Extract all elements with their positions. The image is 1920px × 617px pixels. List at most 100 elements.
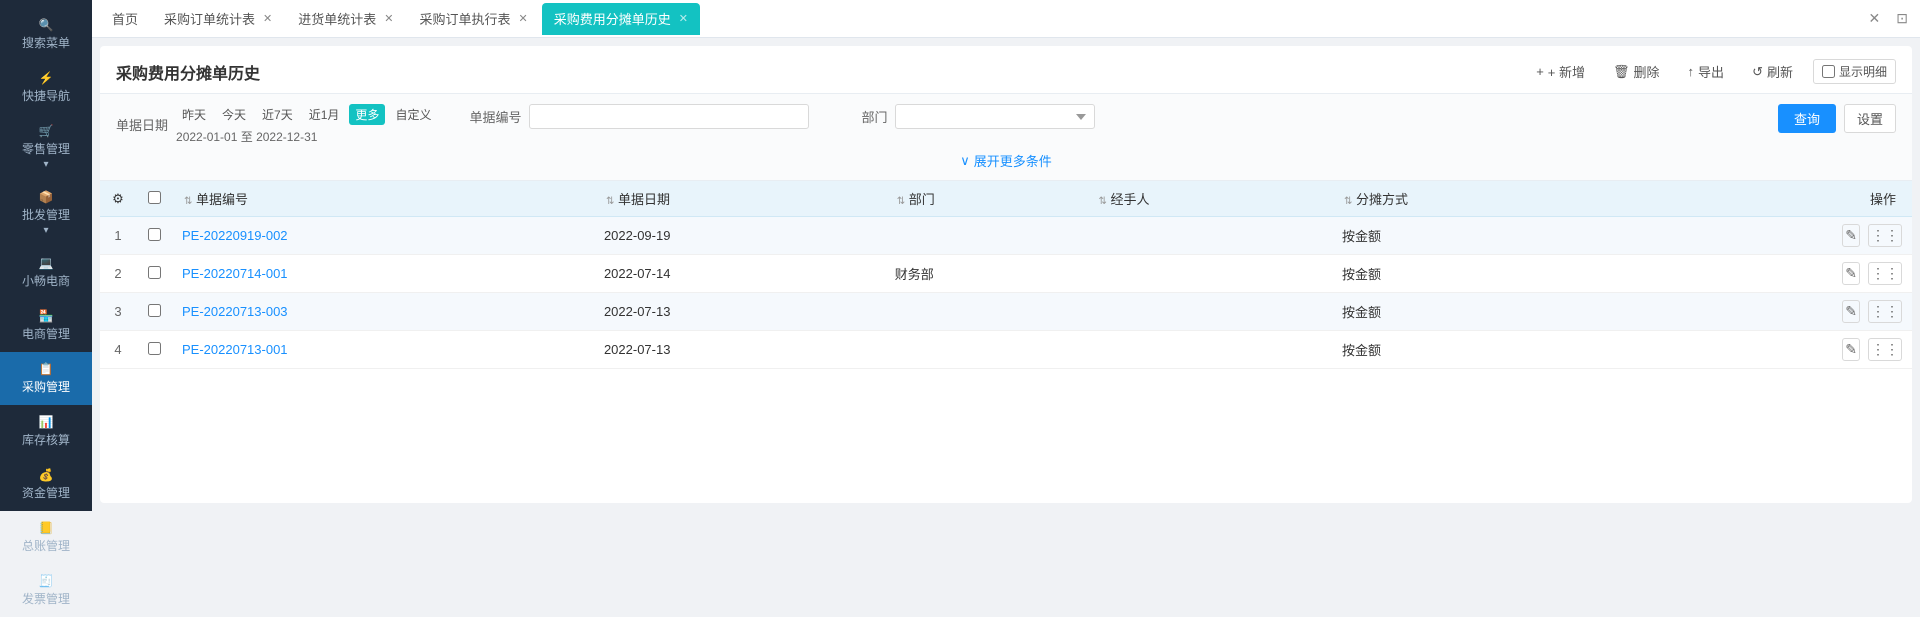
row-delete-icon-3[interactable]: ⋮⋮	[1868, 300, 1902, 323]
row-checkbox-2	[136, 255, 172, 293]
row-method-3: 按金额	[1332, 293, 1832, 331]
row-check-3[interactable]	[148, 304, 161, 317]
sidebar-item-quicknav[interactable]: ⚡ 快捷导航	[0, 61, 92, 114]
row-delete-icon-4[interactable]: ⋮⋮	[1868, 338, 1902, 361]
trash-icon: 🗑	[1613, 64, 1630, 80]
inventory-icon: 📊	[39, 415, 54, 429]
table-row: 3 PE-20220713-003 2022-07-13 按金额 ✎ ⋮⋮	[100, 293, 1912, 331]
row-date-2: 2022-07-14	[594, 255, 885, 293]
row-docnum-3: PE-20220713-003	[172, 293, 594, 331]
tab-purchase-execution[interactable]: 采购订单执行表 ✕	[407, 3, 539, 35]
row-edit-icon-2[interactable]: ✎	[1842, 262, 1860, 285]
retail-icon: 🛒	[39, 124, 54, 138]
settings-icon[interactable]: ⚙	[112, 191, 124, 206]
th-date: ⇅ 单据日期	[594, 181, 885, 217]
doc-num-link-2[interactable]: PE-20220714-001	[182, 266, 288, 281]
sidebar-item-finance[interactable]: 💰 资金管理	[0, 458, 92, 511]
row-dept-4	[885, 331, 1087, 369]
expand-conditions-button[interactable]: ∨ 展开更多条件	[116, 151, 1896, 170]
row-actions-2: ✎ ⋮⋮	[1832, 255, 1912, 293]
tab-close-purchase-cost-history[interactable]: ✕	[679, 12, 688, 25]
doc-num-link-3[interactable]: PE-20220713-003	[182, 304, 288, 319]
row-docnum-1: PE-20220919-002	[172, 217, 594, 255]
show-cols-checkbox[interactable]	[1822, 65, 1835, 78]
restore-window-button[interactable]: ⊡	[1892, 8, 1912, 29]
date-filter-group: 单据日期 昨天 今天 近7天 近1月 更多 自定义 2022-01-01 至 2…	[116, 104, 437, 145]
table-row: 1 PE-20220919-002 2022-09-19 按金额 ✎ ⋮⋮	[100, 217, 1912, 255]
sidebar-item-retail[interactable]: 🛒 零售管理 ▾	[0, 114, 92, 180]
row-check-1[interactable]	[148, 228, 161, 241]
tab-close-purchase-execution[interactable]: ✕	[519, 12, 528, 25]
row-handler-4	[1086, 331, 1332, 369]
sort-dept-icon: ⇅	[897, 196, 905, 207]
tab-close-goods-stats[interactable]: ✕	[384, 12, 393, 25]
dept-select[interactable]: 财务部	[895, 104, 1095, 129]
doc-num-link-1[interactable]: PE-20220919-002	[182, 228, 288, 243]
sidebar-item-ecommerce[interactable]: 🏪 电商管理	[0, 299, 92, 352]
row-dept-3	[885, 293, 1087, 331]
ecommerce-small-icon: 💻	[39, 256, 54, 270]
docnum-filter-group: 单据编号	[469, 104, 809, 129]
sort-doc-num-icon: ⇅	[184, 196, 192, 207]
sidebar-item-search[interactable]: 🔍 搜索菜单	[0, 8, 92, 61]
sort-handler-icon: ⇅	[1098, 196, 1106, 207]
tab-goods-stats[interactable]: 进货单统计表 ✕	[286, 3, 405, 35]
row-checkbox-1	[136, 217, 172, 255]
sidebar-item-invoice[interactable]: 🧾 发票管理	[0, 564, 92, 617]
filter-area: 单据日期 昨天 今天 近7天 近1月 更多 自定义 2022-01-01 至 2…	[100, 94, 1912, 181]
delete-button[interactable]: 🗑 删除	[1605, 58, 1668, 85]
sidebar: 🔍 搜索菜单 ⚡ 快捷导航 🛒 零售管理 ▾ 📦 批发管理 ▾ 💻 小畅电商 🏪…	[0, 0, 92, 511]
page-area: 采购费用分摊单历史 + + 新增 🗑 删除 ↑ 导出 ↺ 刷新	[100, 46, 1912, 503]
sidebar-item-inventory[interactable]: 📊 库存核算	[0, 405, 92, 458]
row-date-1: 2022-09-19	[594, 217, 885, 255]
show-cols-button[interactable]: 显示明细	[1813, 59, 1896, 84]
tab-home[interactable]: 首页	[100, 3, 150, 35]
shortcut-7days[interactable]: 近7天	[256, 104, 299, 125]
tab-close-purchase-order-stats[interactable]: ✕	[263, 12, 272, 25]
tab-purchase-order-stats[interactable]: 采购订单统计表 ✕	[152, 3, 284, 35]
row-num-1: 1	[100, 217, 136, 255]
row-check-2[interactable]	[148, 266, 161, 279]
invoice-icon: 🧾	[39, 574, 54, 588]
main-content: 首页 采购订单统计表 ✕ 进货单统计表 ✕ 采购订单执行表 ✕ 采购费用分摊单历…	[92, 0, 1920, 511]
sort-method-icon: ⇅	[1344, 196, 1352, 207]
docnum-input[interactable]	[529, 104, 809, 129]
row-date-3: 2022-07-13	[594, 293, 885, 331]
th-method: ⇅ 分摊方式	[1332, 181, 1832, 217]
search-button[interactable]: 查询	[1778, 104, 1836, 133]
table-area: ⚙ ⇅ 单据编号 ⇅ 单据日期	[100, 181, 1912, 503]
row-delete-icon-2[interactable]: ⋮⋮	[1868, 262, 1902, 285]
row-edit-icon-3[interactable]: ✎	[1842, 300, 1860, 323]
row-method-1: 按金额	[1332, 217, 1832, 255]
refresh-button[interactable]: ↺ 刷新	[1744, 58, 1801, 85]
row-docnum-4: PE-20220713-001	[172, 331, 594, 369]
sidebar-item-ecommerce-small[interactable]: 💻 小畅电商	[0, 246, 92, 299]
search-menu-icon: 🔍	[39, 18, 54, 32]
shortcut-yesterday[interactable]: 昨天	[176, 104, 212, 125]
table-row: 2 PE-20220714-001 2022-07-14 财务部 按金额 ✎ ⋮…	[100, 255, 1912, 293]
row-actions-3: ✎ ⋮⋮	[1832, 293, 1912, 331]
add-icon: +	[1536, 64, 1544, 79]
shortcut-more[interactable]: 更多	[349, 104, 385, 125]
row-num-4: 4	[100, 331, 136, 369]
sidebar-item-ledger[interactable]: 📒 总账管理	[0, 511, 92, 564]
select-all-checkbox[interactable]	[148, 191, 161, 204]
export-button[interactable]: ↑ 导出	[1680, 58, 1733, 85]
row-actions-4: ✎ ⋮⋮	[1832, 331, 1912, 369]
row-delete-icon-1[interactable]: ⋮⋮	[1868, 224, 1902, 247]
sidebar-item-wholesale[interactable]: 📦 批发管理 ▾	[0, 180, 92, 246]
shortcut-today[interactable]: 今天	[216, 104, 252, 125]
filter-settings-button[interactable]: 设置	[1844, 104, 1896, 133]
doc-num-link-4[interactable]: PE-20220713-001	[182, 342, 288, 357]
row-edit-icon-1[interactable]: ✎	[1842, 224, 1860, 247]
shortcut-1month[interactable]: 近1月	[303, 104, 346, 125]
ledger-icon: 📒	[39, 521, 54, 535]
sidebar-item-procurement[interactable]: 📋 采购管理	[0, 352, 92, 405]
add-button[interactable]: + + 新增	[1528, 58, 1593, 85]
row-check-4[interactable]	[148, 342, 161, 355]
row-edit-icon-4[interactable]: ✎	[1842, 338, 1860, 361]
tab-purchase-cost-history[interactable]: 采购费用分摊单历史 ✕	[542, 3, 700, 35]
close-all-tabs-button[interactable]: ✕	[1865, 8, 1885, 29]
procurement-icon: 📋	[39, 362, 54, 376]
shortcut-custom[interactable]: 自定义	[389, 104, 437, 125]
